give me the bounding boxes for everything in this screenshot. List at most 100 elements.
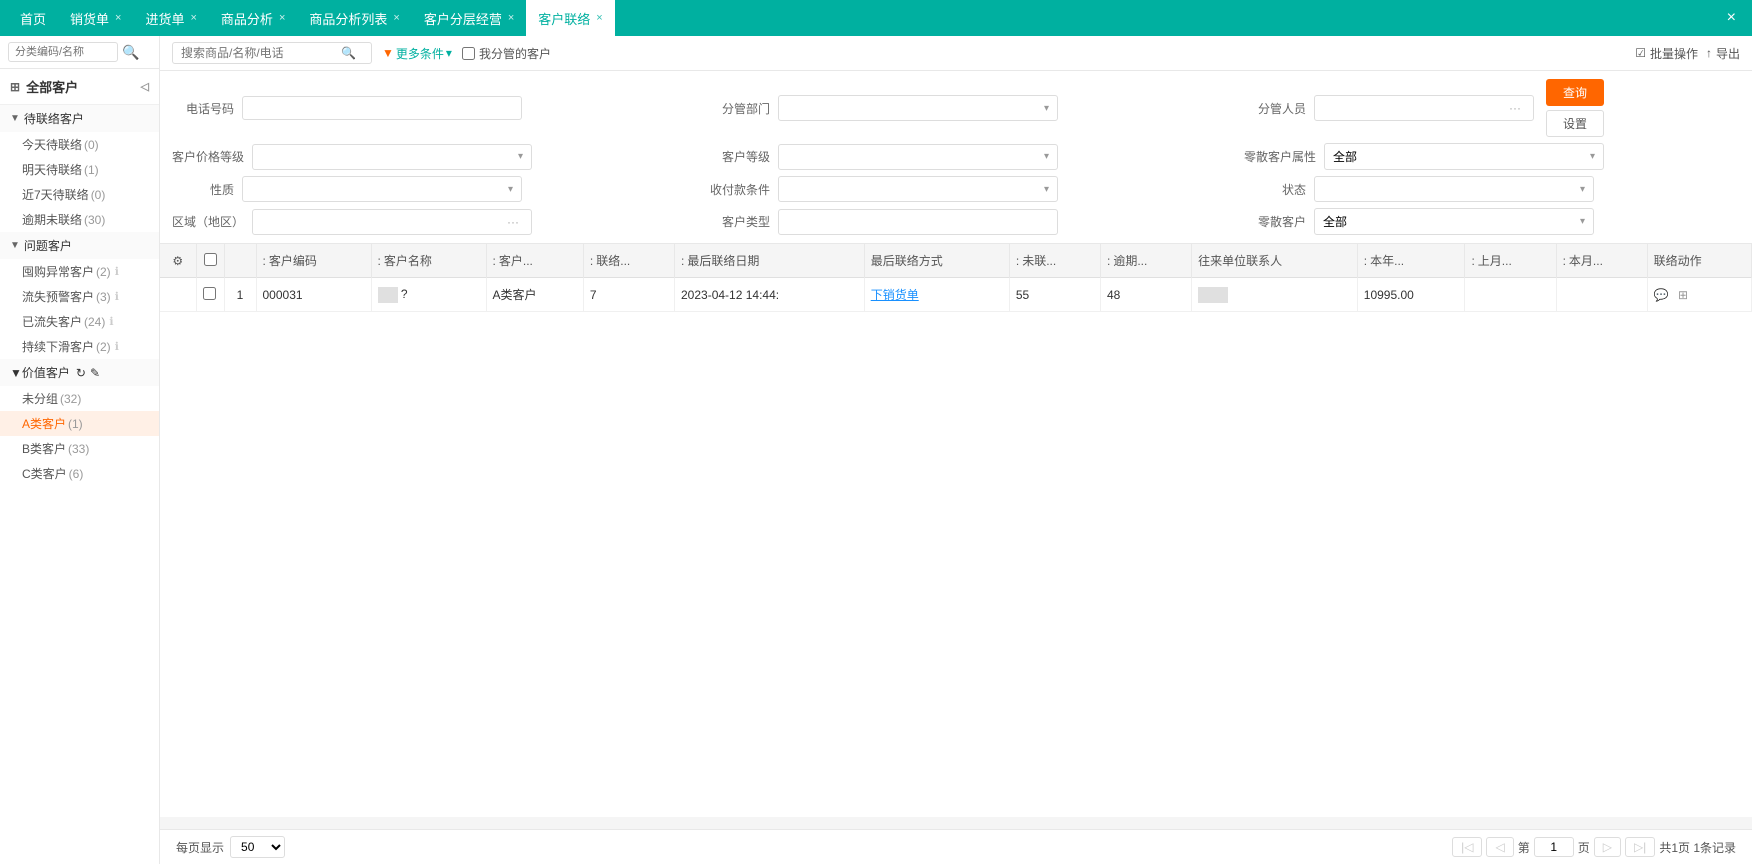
sidebar-collapse-button[interactable]: ◁ [141,80,149,93]
th-last-contact-date[interactable]: : 最后联络日期 [675,244,865,278]
th-contact-count[interactable]: : 联络... [583,244,674,278]
retail-customer-select[interactable]: 全部 ▾ [1314,208,1594,235]
nav-product-analysis[interactable]: 商品分析 × [209,0,297,36]
td-last-contact-method[interactable]: 下销货单 [864,278,1009,312]
next-page-button[interactable]: ▷ [1594,837,1621,857]
nav-sales[interactable]: 销货单 × [58,0,133,36]
th-unit-contact[interactable]: 往来单位联系人 [1192,244,1358,278]
tomorrow-pending-count: (1) [84,163,99,177]
page-number-input[interactable] [1534,837,1574,857]
th-this-month[interactable]: : 本月... [1556,244,1647,278]
th-not-contacted[interactable]: : 未联... [1009,244,1100,278]
customer-type-select[interactable] [778,209,1058,235]
customer-type-label: 客户类型 [708,213,778,230]
nav-purchase[interactable]: 进货单 × [133,0,208,36]
retail-attr-select[interactable]: 全部 ▾ [1324,143,1604,170]
horizontal-scrollbar[interactable] [160,817,1752,829]
nav-sales-close[interactable]: × [115,12,121,24]
phone-input[interactable] [242,96,522,120]
th-last-contact-method[interactable]: 最后联络方式 [864,244,1009,278]
td-not-contacted: 55 [1009,278,1100,312]
th-customer-code[interactable]: : 客户编码 [256,244,371,278]
th-settings[interactable]: ⚙ [160,244,196,278]
last-contact-method-link[interactable]: 下销货单 [871,288,919,302]
nav-product-analysis-list-close[interactable]: × [393,12,399,24]
prev-page-button[interactable]: ◁ [1486,837,1513,857]
customer-level-arrow: ▾ [1044,151,1049,162]
table-body: 1 000031 ? A类客户 7 2023-04-12 14:44: 下销货单… [160,278,1752,312]
sidebar-search-button[interactable]: 🔍 [122,44,139,61]
dept-select[interactable]: ▾ [778,95,1058,121]
select-all-checkbox[interactable] [204,253,217,266]
person-label: 分管人员 [1244,100,1314,117]
sidebar-all-customers[interactable]: ⊞ 全部客户 ◁ [0,69,159,105]
filter-search-input[interactable] [181,46,341,60]
filter-search-icon[interactable]: 🔍 [341,46,356,60]
nav-customer-contact-close[interactable]: × [596,12,602,24]
th-last-month[interactable]: : 上月... [1465,244,1556,278]
nature-select[interactable]: ▾ [242,176,522,202]
nav-product-analysis-close[interactable]: × [279,12,285,24]
th-overdue[interactable]: : 逾期... [1100,244,1191,278]
edit-icon[interactable]: ✎ [90,366,100,380]
th-this-year[interactable]: : 本年... [1357,244,1465,278]
dept-arrow: ▾ [1044,103,1049,114]
sidebar-item-ungrouped[interactable]: 未分组 (32) [0,386,159,411]
nav-customer-tier[interactable]: 客户分层经营 × [412,0,526,36]
sidebar-group-problem[interactable]: ▼ 问题客户 [0,232,159,259]
filter-price-level: 客户价格等级 ▾ [172,144,668,170]
th-customer-name[interactable]: : 客户名称 [371,244,486,278]
action-more-icon[interactable]: ⊞ [1678,288,1688,302]
nav-purchase-close[interactable]: × [190,12,196,24]
close-all-tabs[interactable]: × [1719,9,1744,27]
query-button[interactable]: 查询 [1546,79,1604,106]
page-size-select[interactable]: 50 100 200 [230,836,285,858]
status-select[interactable]: ▾ [1314,176,1594,202]
nav-customer-contact[interactable]: 客户联络 × [526,0,614,36]
churn-warning-label: 流失预警客户 [22,288,94,305]
declining-label: 持续下滑客户 [22,338,94,355]
sidebar-group-value[interactable]: ▼ 价值客户 ↻ ✎ [0,359,159,386]
sidebar-item-declining[interactable]: 持续下滑客户 (2) ℹ [0,334,159,359]
sidebar-item-churn-warning[interactable]: 流失预警客户 (3) ℹ [0,284,159,309]
refresh-icon[interactable]: ↻ [76,366,86,380]
batch-operation-button[interactable]: ☑ 批量操作 [1635,45,1698,62]
nav-product-analysis-label: 商品分析 [221,9,273,28]
action-chat-icon[interactable]: 💬 [1654,288,1669,302]
today-pending-count: (0) [84,138,99,152]
sidebar-item-type-b[interactable]: B类客户 (33) [0,436,159,461]
sidebar-item-type-a[interactable]: A类客户 (1) [0,411,159,436]
sidebar-item-type-c[interactable]: C类客户 (6) [0,461,159,486]
sidebar-item-7days-pending[interactable]: 近7天待联络 (0) [0,182,159,207]
sidebar-item-hoarding[interactable]: 囤购异常客户 (2) ℹ [0,259,159,284]
export-button[interactable]: ↑ 导出 [1706,45,1740,62]
nav-product-analysis-list[interactable]: 商品分析列表 × [297,0,411,36]
my-customers-checkbox-area: 我分管的客户 [462,45,551,62]
sidebar-item-overdue-contact[interactable]: 逾期未联络 (30) [0,207,159,232]
my-customers-checkbox[interactable] [462,47,475,60]
first-page-button[interactable]: |◁ [1452,837,1482,857]
nav-customer-tier-close[interactable]: × [508,12,514,24]
nav-purchase-label: 进货单 [145,9,184,28]
last-page-button[interactable]: ▷| [1625,837,1655,857]
th-customer-type[interactable]: : 客户... [486,244,583,278]
td-this-year: 10995.00 [1357,278,1465,312]
row-checkbox[interactable] [203,287,216,300]
price-level-select[interactable]: ▾ [252,144,532,170]
th-not-contacted-label: 未联... [1022,252,1056,269]
more-conditions-button[interactable]: ▼ 更多条件 ▾ [382,45,452,62]
sidebar-search-input[interactable] [8,42,118,62]
sidebar-item-tomorrow-pending[interactable]: 明天待联络 (1) [0,157,159,182]
settings-button[interactable]: 设置 [1546,110,1604,137]
sidebar-group-pending[interactable]: ▼ 待联络客户 [0,105,159,132]
sidebar-item-today-pending[interactable]: 今天待联络 (0) [0,132,159,157]
pay-condition-select[interactable]: ▾ [778,176,1058,202]
hoarding-info-icon: ℹ [115,265,119,278]
overdue-contact-label: 逾期未联络 [22,211,82,228]
person-select[interactable]: ··· [1314,95,1534,121]
sidebar-item-churned[interactable]: 已流失客户 (24) ℹ [0,309,159,334]
retail-customer-label: 零散客户 [1244,213,1314,230]
customer-level-select[interactable]: ▾ [778,144,1058,170]
nav-home[interactable]: 首页 [8,0,58,36]
region-select[interactable]: ··· [252,209,532,235]
